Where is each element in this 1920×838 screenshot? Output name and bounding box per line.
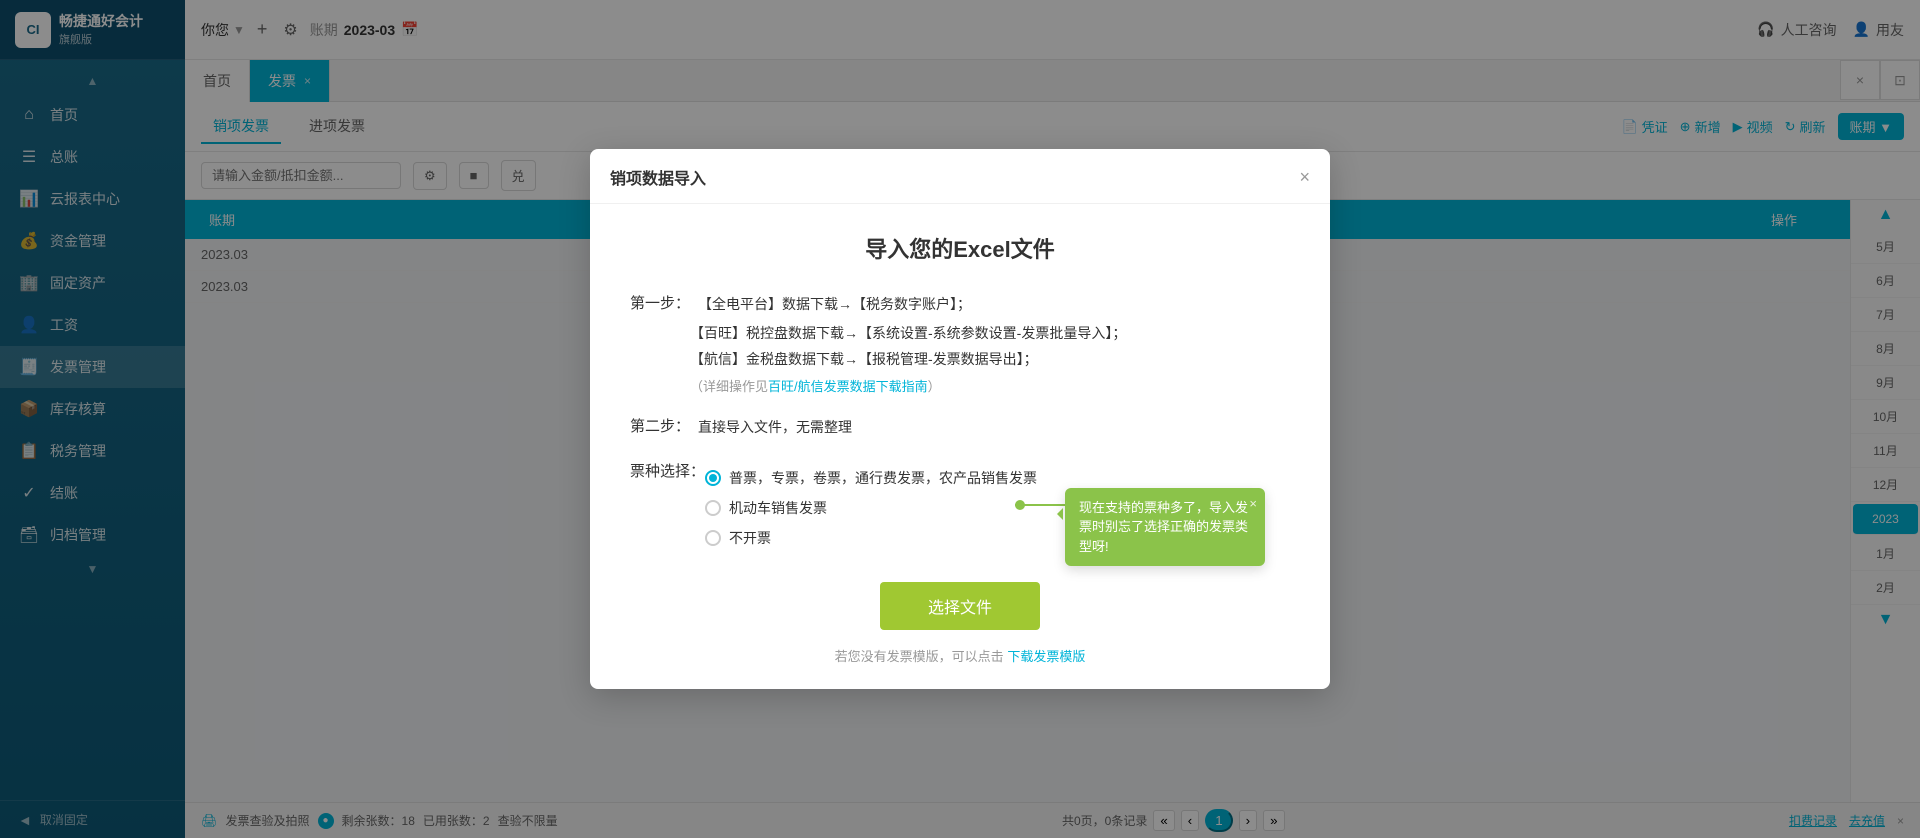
tooltip-line — [1015, 504, 1065, 506]
tooltip-text: 现在支持的票种多了，导入发票时别忘了选择正确的发票类型呀! — [1079, 500, 1248, 554]
import-modal: 销项数据导入 × 导入您的Excel文件 第一步： 【全电平台】数据下载→【税务… — [590, 149, 1330, 689]
radio-option-2[interactable] — [705, 500, 721, 516]
radio-option-1[interactable] — [705, 470, 721, 486]
modal-title: 销项数据导入 — [610, 165, 706, 189]
modal-overlay: 销项数据导入 × 导入您的Excel文件 第一步： 【全电平台】数据下载→【税务… — [0, 0, 1920, 838]
tooltip-wrapper: × 现在支持的票种多了，导入发票时别忘了选择正确的发票类型呀! — [1065, 488, 1265, 567]
step1-note-end: ） — [928, 379, 941, 394]
radio-row-3: 不开票 — [705, 528, 1037, 548]
ticket-label: 票种选择： — [630, 460, 705, 481]
radio-label-2: 机动车销售发票 — [729, 498, 827, 518]
modal-close-button[interactable]: × — [1299, 168, 1310, 186]
radio-label-1: 普票，专票，卷票，通行费发票，农产品销售发票 — [729, 468, 1037, 488]
radio-row-1: 普票，专票，卷票，通行费发票，农产品销售发票 — [705, 468, 1037, 488]
step1-row: 第一步： 【全电平台】数据下载→【税务数字账户】； — [630, 292, 1290, 317]
tooltip-bubble: × 现在支持的票种多了，导入发票时别忘了选择正确的发票类型呀! — [1065, 488, 1265, 567]
step1-note-text: （详细操作见 — [690, 379, 768, 394]
modal-body: 导入您的Excel文件 第一步： 【全电平台】数据下载→【税务数字账户】； 【百… — [590, 204, 1330, 689]
modal-header: 销项数据导入 × — [590, 149, 1330, 204]
radio-label-3: 不开票 — [729, 528, 771, 548]
tooltip-close-button[interactable]: × — [1249, 494, 1257, 514]
step1-line3: 【航信】金税盘数据下载→【报税管理-发票数据导出】； — [690, 347, 1290, 372]
step2-content: 直接导入文件，无需整理 — [698, 415, 852, 440]
modal-footer-note: 若您没有发票模版，可以点击 下载发票模版 — [630, 646, 1290, 665]
modal-action: 选择文件 — [630, 582, 1290, 630]
download-template-link[interactable]: 下载发票模版 — [1007, 649, 1085, 664]
step-1: 第一步： 【全电平台】数据下载→【税务数字账户】； 【百旺】税控盘数据下载→【系… — [630, 292, 1290, 395]
radio-row-2: 机动车销售发票 × 现在支持的票种多了，导入发票时别忘了选择正确的发票类型呀! — [705, 498, 1037, 518]
step1-line1: 【全电平台】数据下载→【税务数字账户】； — [698, 292, 971, 317]
radio-group: 普票，专票，卷票，通行费发票，农产品销售发票 机动车销售发票 × — [705, 468, 1037, 558]
radio-option-3[interactable] — [705, 530, 721, 546]
ticket-selection: 票种选择： 普票，专票，卷票，通行费发票，农产品销售发票 机动车销售发票 — [630, 460, 1290, 558]
step2-label: 第二步： — [630, 415, 690, 440]
modal-big-title: 导入您的Excel文件 — [630, 232, 1290, 264]
step-2: 第二步： 直接导入文件，无需整理 — [630, 415, 1290, 440]
step1-link[interactable]: 百旺/航信发票数据下载指南 — [768, 379, 928, 394]
step1-note: （详细操作见百旺/航信发票数据下载指南） — [690, 376, 1290, 395]
step1-line2: 【百旺】税控盘数据下载→【系统设置-系统参数设置-发票批量导入】； — [690, 321, 1290, 346]
tooltip-container: × 现在支持的票种多了，导入发票时别忘了选择正确的发票类型呀! — [1065, 488, 1265, 567]
step2-row: 第二步： 直接导入文件，无需整理 — [630, 415, 1290, 440]
step1-label: 第一步： — [630, 292, 690, 317]
select-file-button[interactable]: 选择文件 — [880, 582, 1040, 630]
footer-note-text: 若您没有发票模版，可以点击 — [835, 649, 1004, 664]
